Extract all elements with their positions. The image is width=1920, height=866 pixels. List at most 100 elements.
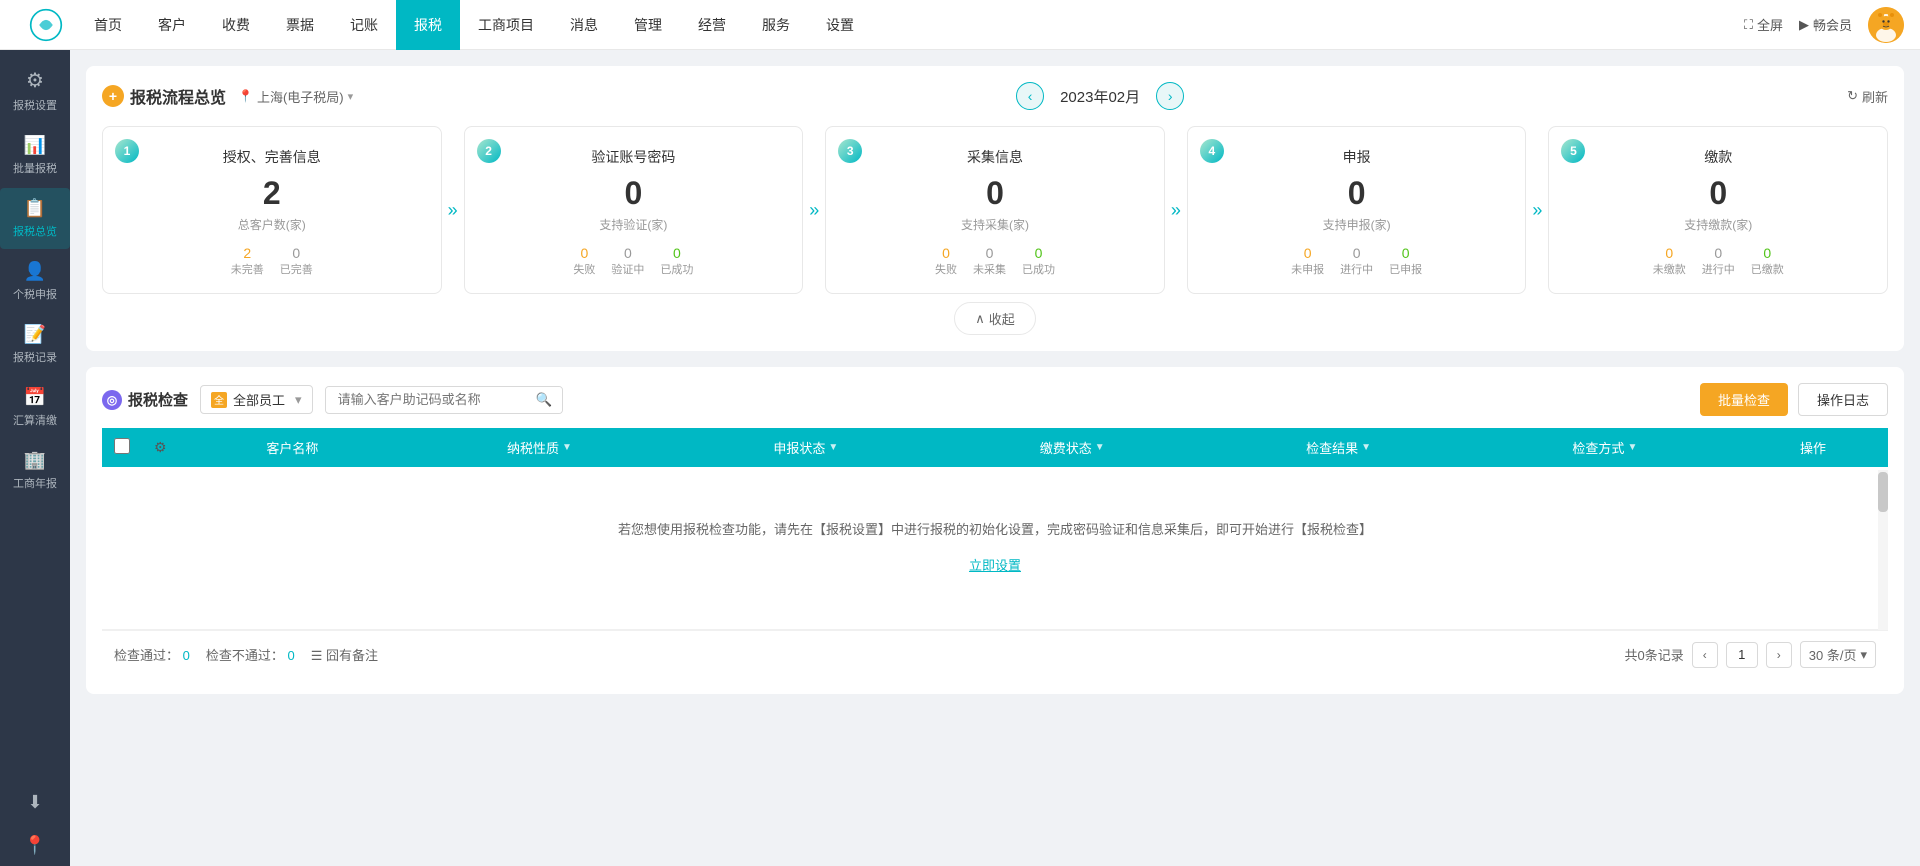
- step-stat-1-1: 0 已完善: [280, 245, 313, 277]
- check-pass-value[interactable]: 0: [183, 648, 190, 663]
- step-stat-5-2: 0 已缴款: [1751, 245, 1784, 277]
- col-filter-tax-type[interactable]: 纳税性质 ▼: [507, 438, 572, 457]
- step-stat-3-1: 0 未采集: [973, 245, 1006, 277]
- table-th-pay-status[interactable]: 缴费状态 ▼: [939, 428, 1205, 467]
- staff-select[interactable]: 全 全部员工 ▾: [200, 385, 313, 414]
- step-stat-val-1-0: 2: [231, 245, 264, 261]
- step-subtitle-1: 总客户数(家): [119, 216, 425, 233]
- sidebar-item-download[interactable]: ⬇: [0, 782, 70, 823]
- step-stat-lbl-4-0: 未申报: [1291, 261, 1324, 277]
- check-fail-item: 检查不通过： 0: [206, 645, 295, 664]
- sidebar-item-annual-settlement[interactable]: 📅 汇算清缴: [0, 377, 70, 438]
- flow-location[interactable]: 📍 上海(电子税局) ▾: [238, 87, 353, 106]
- step-stats-3: 0 失败 0 未采集 0 已成功: [842, 245, 1148, 277]
- sidebar-item-batch-tax[interactable]: 📊 批量报税: [0, 125, 70, 186]
- step-stat-lbl-4-1: 进行中: [1340, 261, 1373, 277]
- sidebar-item-location[interactable]: 📍: [0, 825, 70, 866]
- nav-settings[interactable]: 设置: [808, 0, 872, 50]
- nav-items: 首页 客户 收费 票据 记账 报税 工商项目 消息 管理 经营 服务 设置: [76, 0, 1744, 50]
- col-filter-pay[interactable]: 缴费状态 ▼: [1040, 438, 1105, 457]
- step-stat-2-1: 0 验证中: [611, 245, 644, 277]
- col-filter-declare[interactable]: 申报状态 ▼: [773, 438, 838, 457]
- operation-log-button[interactable]: 操作日志: [1798, 383, 1888, 416]
- search-button[interactable]: 🔍: [526, 387, 563, 413]
- step-count-5: 0: [1565, 175, 1871, 212]
- step-stat-1-0: 2 未完善: [231, 245, 264, 277]
- step-stat-val-4-2: 0: [1389, 245, 1422, 261]
- flow-title-text: 报税流程总览: [130, 84, 226, 108]
- col-filter-check-result[interactable]: 检查结果 ▼: [1306, 438, 1371, 457]
- refresh-btn[interactable]: ↻ 刷新: [1847, 87, 1888, 106]
- sidebar-item-tax-record[interactable]: 📝 报税记录: [0, 314, 70, 375]
- step-title-4: 申报: [1204, 147, 1510, 167]
- step-title-1: 授权、完善信息: [119, 147, 425, 167]
- check-title-text: 报税检查: [128, 389, 188, 410]
- step-stat-lbl-3-1: 未采集: [973, 261, 1006, 277]
- search-box: 🔍: [325, 386, 564, 414]
- step-stat-lbl-2-2: 已成功: [660, 261, 693, 277]
- setup-link[interactable]: 立即设置: [969, 558, 1021, 573]
- check-fail-label: 检查不通过：: [206, 648, 284, 663]
- step-stat-val-5-2: 0: [1751, 245, 1784, 261]
- select-all-checkbox[interactable]: [114, 438, 130, 454]
- table-th-declare-status[interactable]: 申报状态 ▼: [673, 428, 939, 467]
- col-tax-type-label: 纳税性质: [507, 438, 559, 457]
- scrollbar-thumb[interactable]: [1878, 472, 1888, 512]
- step-subtitle-3: 支持采集(家): [842, 216, 1148, 233]
- flow-step-2: 2 验证账号密码 0 支持验证(家) 0 失败 0 验证中: [464, 126, 804, 294]
- sidebar-label-annual-report: 工商年报: [13, 475, 57, 491]
- fullscreen-btn[interactable]: ⛶ 全屏: [1744, 15, 1783, 34]
- nav-client[interactable]: 客户: [140, 0, 204, 50]
- sidebar-item-tax-settings[interactable]: ⚙ 报税设置: [0, 58, 70, 123]
- col-filter-check-method[interactable]: 检查方式 ▼: [1572, 438, 1637, 457]
- nav-manage[interactable]: 管理: [616, 0, 680, 50]
- nav-service[interactable]: 服务: [744, 0, 808, 50]
- nav-home[interactable]: 首页: [76, 0, 140, 50]
- next-page-btn[interactable]: ›: [1766, 642, 1792, 668]
- has-note-label: 囧有备注: [326, 648, 378, 663]
- table-th-settings: ⚙: [142, 428, 179, 467]
- sidebar-item-tax-overview[interactable]: 📋 报税总览: [0, 188, 70, 249]
- col-filter-name: 客户名称: [266, 438, 318, 457]
- scrollbar-track[interactable]: [1878, 470, 1888, 630]
- per-page-select[interactable]: 30 条/页 ▾: [1800, 641, 1876, 668]
- step-stat-val-2-2: 0: [660, 245, 693, 261]
- step-stat-4-0: 0 未申报: [1291, 245, 1324, 277]
- nav-invoice[interactable]: 票据: [268, 0, 332, 50]
- avatar[interactable]: [1868, 7, 1904, 43]
- member-btn[interactable]: ▶ 畅会员: [1799, 15, 1852, 34]
- prev-month-btn[interactable]: ‹: [1016, 82, 1044, 110]
- table-th-tax-type[interactable]: 纳税性质 ▼: [406, 428, 672, 467]
- search-input[interactable]: [326, 387, 526, 412]
- next-month-btn[interactable]: ›: [1156, 82, 1184, 110]
- step-count-2: 0: [481, 175, 787, 212]
- nav-ops[interactable]: 经营: [680, 0, 744, 50]
- step-num-1: 1: [115, 139, 139, 163]
- table-th-check-result[interactable]: 检查结果 ▼: [1205, 428, 1471, 467]
- nav-fee[interactable]: 收费: [204, 0, 268, 50]
- column-settings-icon[interactable]: ⚙: [154, 439, 167, 455]
- table-wrapper: ⚙ 客户名称 纳税性质 ▼: [102, 428, 1888, 630]
- col-declare-label: 申报状态: [773, 438, 825, 457]
- sidebar-item-personal-tax[interactable]: 👤 个税申报: [0, 251, 70, 312]
- download-icon: ⬇: [27, 792, 42, 813]
- member-label: 畅会员: [1813, 15, 1852, 34]
- nav-msg[interactable]: 消息: [552, 0, 616, 50]
- collapse-btn[interactable]: ∧ 收起: [954, 302, 1036, 335]
- prev-page-btn[interactable]: ‹: [1692, 642, 1718, 668]
- step-stat-lbl-1-0: 未完善: [231, 261, 264, 277]
- check-fail-value[interactable]: 0: [288, 648, 295, 663]
- filter-icon-pay: ▼: [1095, 442, 1105, 453]
- table-th-check-method[interactable]: 检查方式 ▼: [1472, 428, 1738, 467]
- sidebar-item-annual-report[interactable]: 🏢 工商年报: [0, 440, 70, 501]
- nav-tax[interactable]: 报税: [396, 0, 460, 50]
- nav-accounting[interactable]: 记账: [332, 0, 396, 50]
- tax-table: ⚙ 客户名称 纳税性质 ▼: [102, 428, 1888, 630]
- nav-biz[interactable]: 工商项目: [460, 0, 552, 50]
- step-stat-2-2: 0 已成功: [660, 245, 693, 277]
- collapse-bar: ∧ 收起: [102, 302, 1888, 335]
- filter-icon-check-result: ▼: [1361, 442, 1371, 453]
- step-count-4: 0: [1204, 175, 1510, 212]
- batch-check-button[interactable]: 批量检查: [1700, 383, 1788, 416]
- step-stat-val-3-2: 0: [1022, 245, 1055, 261]
